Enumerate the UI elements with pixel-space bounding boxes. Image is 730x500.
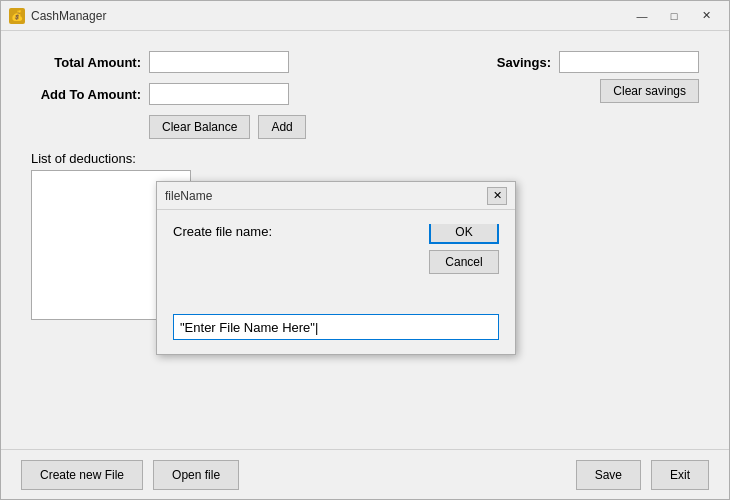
- create-new-file-button[interactable]: Create new File: [21, 460, 143, 490]
- total-amount-input[interactable]: [149, 51, 289, 73]
- bottom-bar: Create new File Open file Save Exit: [1, 449, 729, 499]
- save-button[interactable]: Save: [576, 460, 641, 490]
- action-buttons: Clear Balance Add: [149, 115, 699, 139]
- savings-section: Savings: Clear savings: [497, 51, 699, 103]
- add-button[interactable]: Add: [258, 115, 305, 139]
- filename-dialog: fileName ✕ Create file name: OK Cancel: [156, 181, 516, 355]
- dialog-body: Create file name: OK Cancel: [157, 210, 515, 354]
- clear-balance-button[interactable]: Clear Balance: [149, 115, 250, 139]
- main-window: 💰 CashManager — □ ✕ Total Amount: Add To…: [0, 0, 730, 500]
- dialog-close-button[interactable]: ✕: [487, 187, 507, 205]
- add-to-amount-input[interactable]: [149, 83, 289, 105]
- window-title: CashManager: [31, 9, 627, 23]
- add-to-amount-label: Add To Amount:: [31, 87, 141, 102]
- savings-row: Savings:: [497, 51, 699, 73]
- savings-label: Savings:: [497, 55, 551, 70]
- main-content: Total Amount: Add To Amount: Clear Balan…: [1, 31, 729, 449]
- dialog-ok-button[interactable]: OK: [429, 224, 499, 244]
- clear-savings-button[interactable]: Clear savings: [600, 79, 699, 103]
- dialog-cancel-button[interactable]: Cancel: [429, 250, 499, 274]
- open-file-button[interactable]: Open file: [153, 460, 239, 490]
- dialog-create-label: Create file name:: [173, 224, 272, 239]
- total-amount-label: Total Amount:: [31, 55, 141, 70]
- dialog-filename-input[interactable]: [173, 314, 499, 340]
- maximize-button[interactable]: □: [659, 6, 689, 26]
- minimize-button[interactable]: —: [627, 6, 657, 26]
- app-icon: 💰: [9, 8, 25, 24]
- window-controls: — □ ✕: [627, 6, 721, 26]
- dialog-action-buttons: OK Cancel: [429, 224, 499, 274]
- title-bar: 💰 CashManager — □ ✕: [1, 1, 729, 31]
- dialog-title: fileName: [165, 189, 487, 203]
- savings-input[interactable]: [559, 51, 699, 73]
- exit-button[interactable]: Exit: [651, 460, 709, 490]
- list-label: List of deductions:: [31, 151, 699, 166]
- close-button[interactable]: ✕: [691, 6, 721, 26]
- dialog-title-bar: fileName ✕: [157, 182, 515, 210]
